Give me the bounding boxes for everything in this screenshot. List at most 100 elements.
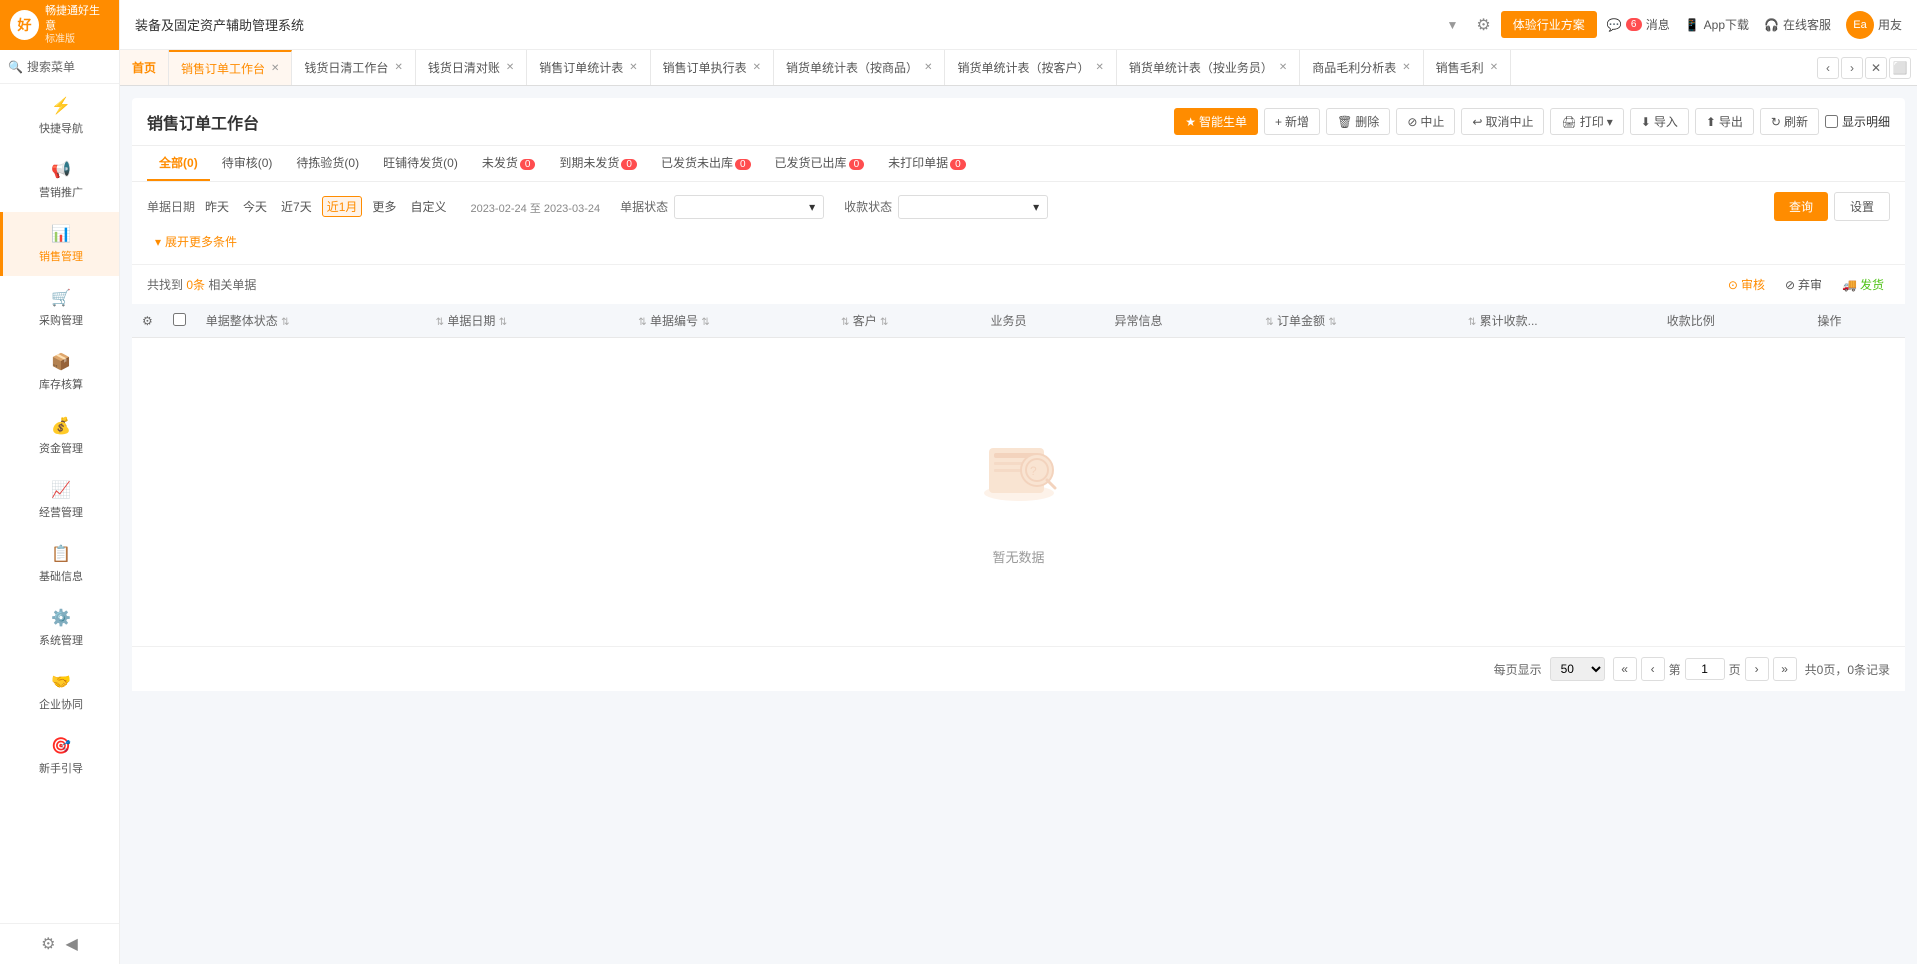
tab-close-all[interactable]: ✕: [1865, 57, 1887, 79]
tab-cash-reconcile[interactable]: 钱货日清对账 ✕: [416, 50, 527, 85]
tab-close-summary-product[interactable]: ✕: [924, 62, 932, 73]
sort-icon-collected-left[interactable]: ⇅: [1468, 317, 1476, 328]
date-opt-today[interactable]: 今天: [239, 196, 271, 217]
tab-close-sales-exec[interactable]: ✕: [753, 62, 761, 73]
tab-sales-stats[interactable]: 销售订单统计表 ✕: [527, 50, 650, 85]
tab-close-summary-staff[interactable]: ✕: [1279, 62, 1287, 73]
subtab-wangpu-ship[interactable]: 旺铺待发货(0): [371, 146, 470, 181]
delete-btn[interactable]: 🗑 删除: [1326, 108, 1390, 135]
page-size-select[interactable]: 50 20 100: [1550, 657, 1605, 681]
tab-close-sales-order[interactable]: ✕: [271, 63, 279, 74]
col-settings[interactable]: ⚙: [132, 304, 163, 338]
approve-btn[interactable]: ⊙ 审核: [1722, 273, 1771, 296]
system-dropdown-icon[interactable]: ▼: [1446, 18, 1458, 32]
date-opt-1month[interactable]: 近1月: [322, 196, 363, 217]
subtab-shipped-not-out[interactable]: 已发货未出库0: [649, 146, 763, 181]
online-service-action[interactable]: 🎧 在线客服: [1764, 16, 1831, 33]
sidebar-item-sales[interactable]: 📊 销售管理: [0, 212, 119, 276]
status-select[interactable]: ▾: [674, 195, 824, 219]
tab-close-cash-reconcile[interactable]: ✕: [506, 62, 514, 73]
page-input[interactable]: 1: [1685, 658, 1725, 680]
message-action[interactable]: 💬 6 消息: [1607, 16, 1670, 33]
collapse-icon[interactable]: ◀: [66, 934, 78, 954]
sidebar-item-quick-nav[interactable]: ⚡ 快捷导航: [0, 84, 119, 148]
cancel-approve-btn[interactable]: ⊘ 弃审: [1779, 273, 1828, 296]
sidebar-item-finance[interactable]: 💰 资金管理: [0, 404, 119, 468]
tab-nav-left[interactable]: ‹: [1817, 57, 1839, 79]
smart-btn[interactable]: ★ 智能生单: [1174, 108, 1258, 135]
cancel-stop-btn[interactable]: ↩ 取消中止: [1461, 108, 1544, 135]
tab-sales-summary-product[interactable]: 销货单统计表（按商品） ✕: [774, 50, 945, 85]
page-last[interactable]: »: [1773, 657, 1797, 681]
sort-icon-number-left[interactable]: ⇅: [638, 317, 646, 328]
tab-sales-profit[interactable]: 销售毛利 ✕: [1424, 50, 1511, 85]
tab-sales-order[interactable]: 销售订单工作台 ✕: [169, 50, 292, 85]
date-opt-7days[interactable]: 近7天: [277, 196, 316, 217]
setting-btn[interactable]: 设置: [1834, 192, 1890, 221]
subtab-shipped-out[interactable]: 已发货已出库0: [763, 146, 877, 181]
sort-icon-customer[interactable]: ⇅: [880, 317, 888, 328]
display-detail-label[interactable]: 显示明细: [1825, 113, 1890, 130]
import-btn[interactable]: ⬇ 导入: [1630, 108, 1689, 135]
sidebar-item-system[interactable]: ⚙️ 系统管理: [0, 596, 119, 660]
page-prev[interactable]: ‹: [1641, 657, 1665, 681]
tab-sales-summary-staff[interactable]: 销货单统计表（按业务员） ✕: [1117, 50, 1300, 85]
sidebar-item-marketing[interactable]: 📢 营销推广: [0, 148, 119, 212]
settings-gear-icon[interactable]: ⚙: [1476, 15, 1490, 35]
page-next[interactable]: ›: [1745, 657, 1769, 681]
ship-btn[interactable]: 🚚 发货: [1836, 273, 1890, 296]
tab-home[interactable]: 首页: [120, 50, 169, 85]
query-btn[interactable]: 查询: [1774, 192, 1828, 221]
print-btn[interactable]: 🖨 打印 ▾: [1550, 108, 1623, 135]
col-checkbox[interactable]: [163, 304, 196, 338]
add-btn[interactable]: + 新增: [1264, 108, 1320, 135]
sort-icon-status[interactable]: ⇅: [281, 317, 289, 328]
subtab-expired-not-shipped[interactable]: 到期未发货0: [547, 146, 649, 181]
sort-icon-customer-left[interactable]: ⇅: [841, 317, 849, 328]
tab-maximize[interactable]: ⬜: [1889, 57, 1911, 79]
date-opt-custom[interactable]: 自定义: [406, 196, 450, 217]
user-profile[interactable]: Ea 用友: [1846, 11, 1902, 39]
tab-sales-summary-client[interactable]: 销货单统计表（按客户） ✕: [945, 50, 1116, 85]
sidebar-item-basic[interactable]: 📋 基础信息: [0, 532, 119, 596]
tab-close-cash-daily[interactable]: ✕: [394, 62, 402, 73]
display-detail-checkbox[interactable]: [1825, 115, 1838, 128]
export-btn[interactable]: ⬆ 导出: [1695, 108, 1754, 135]
payment-select[interactable]: ▾: [898, 195, 1048, 219]
sidebar-item-operation[interactable]: 📈 经营管理: [0, 468, 119, 532]
sidebar-item-purchase[interactable]: 🛒 采购管理: [0, 276, 119, 340]
date-opt-more[interactable]: 更多: [368, 196, 400, 217]
page-first[interactable]: «: [1613, 657, 1637, 681]
app-download-action[interactable]: 📱 App下载: [1685, 16, 1749, 33]
sidebar-item-inventory[interactable]: 📦 库存核算: [0, 340, 119, 404]
tab-close-goods-margin[interactable]: ✕: [1402, 62, 1410, 73]
refresh-btn[interactable]: ↻ 刷新: [1760, 108, 1819, 135]
industry-btn[interactable]: 体验行业方案: [1501, 11, 1597, 38]
sidebar-nav: ⚡ 快捷导航 📢 营销推广 📊 销售管理 🛒 采购管理 📦 库存核算 💰: [0, 84, 119, 923]
sort-icon-amount[interactable]: ⇅: [1328, 317, 1336, 328]
subtab-not-shipped[interactable]: 未发货0: [470, 146, 548, 181]
subtab-not-printed[interactable]: 未打印单据0: [876, 146, 978, 181]
select-all-checkbox[interactable]: [173, 313, 186, 326]
sort-icon-date[interactable]: ⇅: [499, 317, 507, 328]
tab-close-sales-stats[interactable]: ✕: [629, 62, 637, 73]
sidebar-search[interactable]: 🔍 搜索菜单: [0, 50, 119, 84]
date-opt-yesterday[interactable]: 昨天: [201, 196, 233, 217]
subtab-pending-check[interactable]: 待拣验货(0): [284, 146, 371, 181]
settings-icon[interactable]: ⚙: [41, 934, 55, 954]
tab-close-sales-profit[interactable]: ✕: [1490, 62, 1498, 73]
expand-more-btn[interactable]: ▾ 展开更多条件: [147, 229, 1890, 254]
subtab-pending-review[interactable]: 待审核(0): [210, 146, 285, 181]
sort-icon-amount-left[interactable]: ⇅: [1265, 317, 1273, 328]
sort-icon-number[interactable]: ⇅: [701, 317, 709, 328]
stop-btn[interactable]: ⊘ 中止: [1396, 108, 1455, 135]
tab-sales-exec[interactable]: 销售订单执行表 ✕: [651, 50, 774, 85]
tab-nav-right[interactable]: ›: [1841, 57, 1863, 79]
tab-close-summary-client[interactable]: ✕: [1095, 62, 1103, 73]
subtab-all[interactable]: 全部(0): [147, 146, 210, 181]
sidebar-item-cooperation[interactable]: 🤝 企业协同: [0, 660, 119, 724]
tab-goods-margin[interactable]: 商品毛利分析表 ✕: [1300, 50, 1423, 85]
sidebar-item-guide[interactable]: 🎯 新手引导: [0, 724, 119, 788]
sort-icon-date-left[interactable]: ⇅: [436, 317, 444, 328]
tab-cash-daily[interactable]: 钱货日清工作台 ✕: [292, 50, 415, 85]
